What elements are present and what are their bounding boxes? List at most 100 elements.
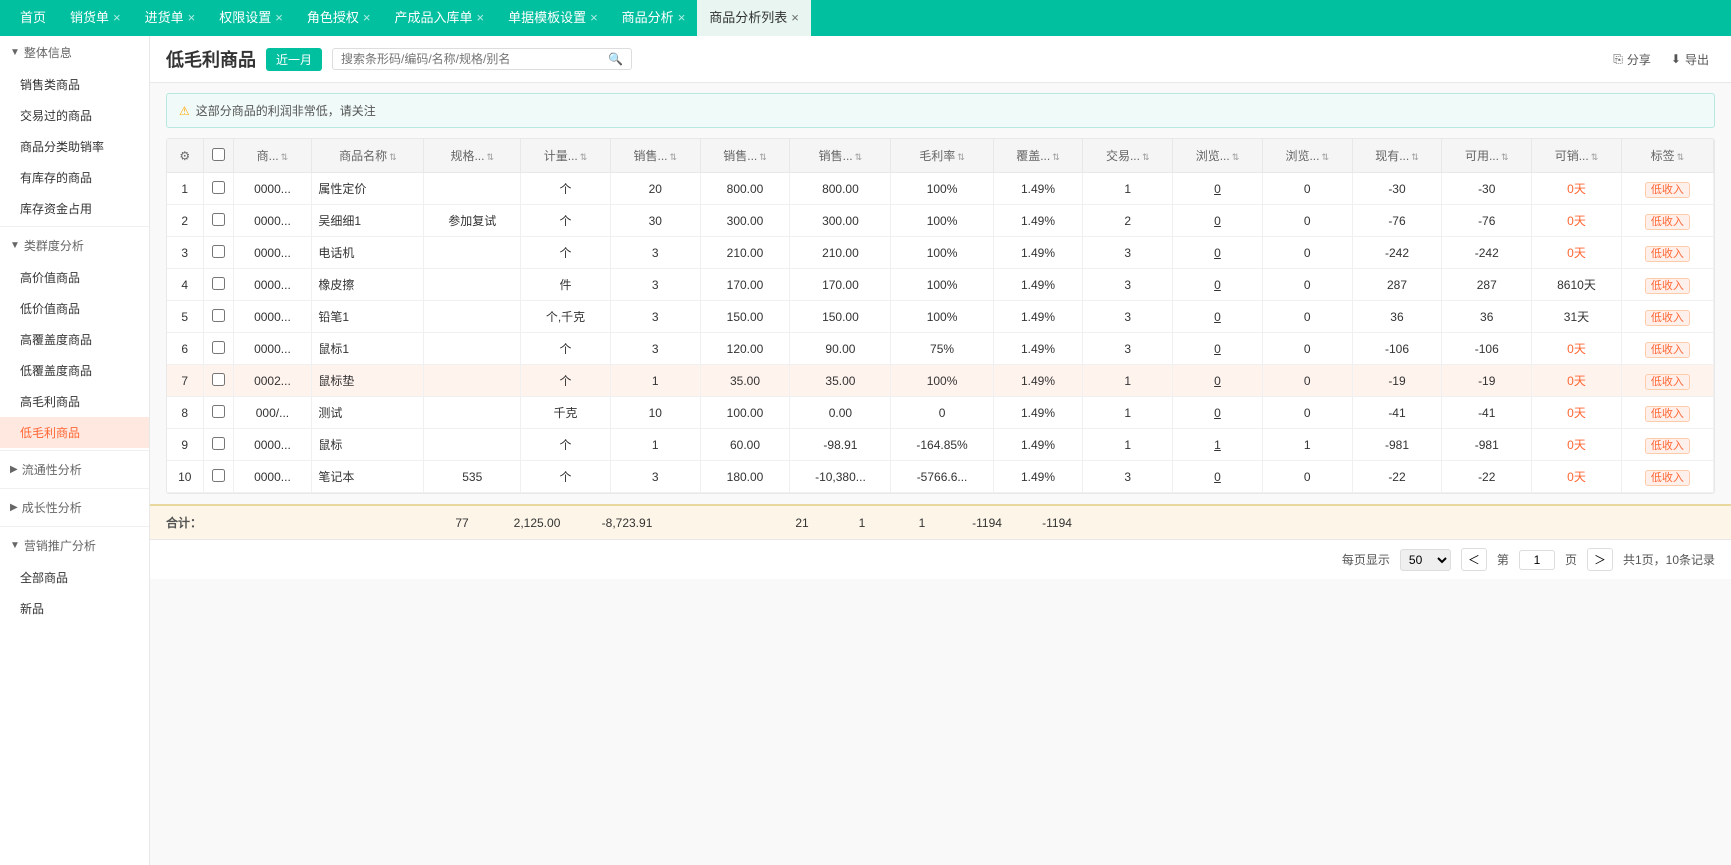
search-input[interactable]: [341, 52, 604, 66]
col-transaction[interactable]: 交易...⇅: [1083, 139, 1173, 173]
next-page-button[interactable]: ＞: [1587, 548, 1613, 571]
data-table: ⚙ 商...⇅ 商品名称⇅ 规格...⇅ 计量...⇅ 销售...⇅ 销售...…: [167, 139, 1714, 493]
select-all-checkbox[interactable]: [212, 148, 225, 161]
prev-page-button[interactable]: ＜: [1461, 548, 1487, 571]
row-spec: [424, 269, 521, 301]
sidebar-item-low-margin[interactable]: 低毛利商品: [0, 417, 149, 448]
row-current-stock: -981: [1352, 429, 1442, 461]
sidebar-item-low-value[interactable]: 低价值商品: [0, 293, 149, 324]
export-icon: ⬇: [1671, 52, 1681, 66]
page-size-select[interactable]: 50 100 200: [1400, 549, 1451, 571]
sidebar-item-inventory-capital[interactable]: 库存资金占用: [0, 193, 149, 224]
col-browse2[interactable]: 浏览...⇅: [1262, 139, 1352, 173]
nav-purchase[interactable]: 进货单×: [133, 0, 208, 36]
row-checkbox[interactable]: [203, 429, 233, 461]
row-checkbox[interactable]: [203, 237, 233, 269]
divider2: [0, 450, 149, 451]
nav-template-settings[interactable]: 单据模板设置×: [496, 0, 610, 36]
col-name[interactable]: 商品名称⇅: [312, 139, 424, 173]
nav-product-analysis[interactable]: 商品分析×: [610, 0, 698, 36]
sidebar-group-cluster[interactable]: ▼ 类群度分析: [0, 229, 149, 262]
row-spec: [424, 173, 521, 205]
sidebar-group-circulation[interactable]: ▶ 流通性分析: [0, 453, 149, 486]
sidebar-group-overall[interactable]: ▼ 整体信息: [0, 36, 149, 69]
row-checkbox[interactable]: [203, 205, 233, 237]
row-unit: 个: [521, 333, 611, 365]
row-current-stock: -30: [1352, 173, 1442, 205]
sidebar-item-stocked-products[interactable]: 有库存的商品: [0, 162, 149, 193]
row-tag: 低收入: [1621, 365, 1713, 397]
row-checkbox[interactable]: [203, 365, 233, 397]
sidebar-item-high-margin[interactable]: 高毛利商品: [0, 386, 149, 417]
share-icon: ⎘: [1613, 52, 1623, 67]
row-browse1[interactable]: 1: [1173, 429, 1263, 461]
col-gross-margin[interactable]: 毛利率⇅: [891, 139, 993, 173]
row-available: -106: [1442, 333, 1532, 365]
row-checkbox[interactable]: [203, 173, 233, 205]
share-button[interactable]: ⎘ 分享: [1607, 48, 1657, 71]
row-browse1[interactable]: 0: [1173, 333, 1263, 365]
row-browse1[interactable]: 0: [1173, 269, 1263, 301]
sidebar-item-all-products[interactable]: 全部商品: [0, 562, 149, 593]
row-browse1[interactable]: 0: [1173, 461, 1263, 493]
col-unit[interactable]: 计量...⇅: [521, 139, 611, 173]
row-sales-price: 170.00: [700, 269, 790, 301]
col-spec[interactable]: 规格...⇅: [424, 139, 521, 173]
row-checkbox[interactable]: [203, 397, 233, 429]
col-settings[interactable]: ⚙: [167, 139, 203, 173]
nav-product-entry[interactable]: 产成品入库单×: [382, 0, 496, 36]
nav-home[interactable]: 首页: [8, 0, 58, 36]
sidebar-item-low-coverage[interactable]: 低覆盖度商品: [0, 355, 149, 386]
col-sales-amount[interactable]: 销售...⇅: [790, 139, 891, 173]
row-transaction: 3: [1083, 461, 1173, 493]
row-coverage: 1.49%: [993, 269, 1083, 301]
sidebar-item-high-coverage[interactable]: 高覆盖度商品: [0, 324, 149, 355]
row-browse1[interactable]: 0: [1173, 397, 1263, 429]
col-sales-qty[interactable]: 销售...⇅: [610, 139, 700, 173]
sidebar-item-new-products[interactable]: 新品: [0, 593, 149, 624]
row-current-stock: -19: [1352, 365, 1442, 397]
row-checkbox[interactable]: [203, 333, 233, 365]
col-tag[interactable]: 标签⇅: [1621, 139, 1713, 173]
row-spec: [424, 429, 521, 461]
row-spec: [424, 237, 521, 269]
row-sales-amount: 90.00: [790, 333, 891, 365]
sidebar-item-traded-products[interactable]: 交易过的商品: [0, 100, 149, 131]
nav-sales[interactable]: 销货单×: [58, 0, 133, 36]
col-coverage[interactable]: 覆盖...⇅: [993, 139, 1083, 173]
row-browse1[interactable]: 0: [1173, 237, 1263, 269]
row-coverage: 1.49%: [993, 397, 1083, 429]
row-browse1[interactable]: 0: [1173, 301, 1263, 333]
row-unit: 个: [521, 173, 611, 205]
table-row: 5 0000... 铅笔1 个,千克 3 150.00 150.00 100% …: [167, 301, 1714, 333]
nav-product-analysis-list[interactable]: 商品分析列表×: [697, 0, 811, 36]
sidebar-item-high-value[interactable]: 高价值商品: [0, 262, 149, 293]
row-checkbox[interactable]: [203, 461, 233, 493]
col-available[interactable]: 可用...⇅: [1442, 139, 1532, 173]
page-input[interactable]: [1519, 550, 1555, 570]
sidebar-group-growth[interactable]: ▶ 成长性分析: [0, 491, 149, 524]
row-browse1[interactable]: 0: [1173, 365, 1263, 397]
col-browse1[interactable]: 浏览...⇅: [1173, 139, 1263, 173]
row-checkbox[interactable]: [203, 301, 233, 333]
table-row: 7 0002... 鼠标垫 个 1 35.00 35.00 100% 1.49%…: [167, 365, 1714, 397]
nav-permissions[interactable]: 权限设置×: [207, 0, 295, 36]
search-icon[interactable]: 🔍: [608, 52, 623, 66]
sidebar-item-sales-products[interactable]: 销售类商品: [0, 69, 149, 100]
row-sales-price: 100.00: [700, 397, 790, 429]
row-unit: 千克: [521, 397, 611, 429]
col-sales-price[interactable]: 销售...⇅: [700, 139, 790, 173]
col-sellable[interactable]: 可销...⇅: [1532, 139, 1622, 173]
row-browse1[interactable]: 0: [1173, 173, 1263, 205]
nav-roles[interactable]: 角色授权×: [295, 0, 383, 36]
row-browse1[interactable]: 0: [1173, 205, 1263, 237]
time-filter-button[interactable]: 近一月: [266, 48, 322, 71]
export-button[interactable]: ⬇ 导出: [1665, 48, 1715, 71]
col-current-stock[interactable]: 现有...⇅: [1352, 139, 1442, 173]
sidebar-group-marketing[interactable]: ▼ 营销推广分析: [0, 529, 149, 562]
row-checkbox[interactable]: [203, 269, 233, 301]
col-code[interactable]: 商...⇅: [233, 139, 312, 173]
sidebar-item-category-rate[interactable]: 商品分类助销率: [0, 131, 149, 162]
row-gross-margin: 100%: [891, 365, 993, 397]
row-available: -30: [1442, 173, 1532, 205]
